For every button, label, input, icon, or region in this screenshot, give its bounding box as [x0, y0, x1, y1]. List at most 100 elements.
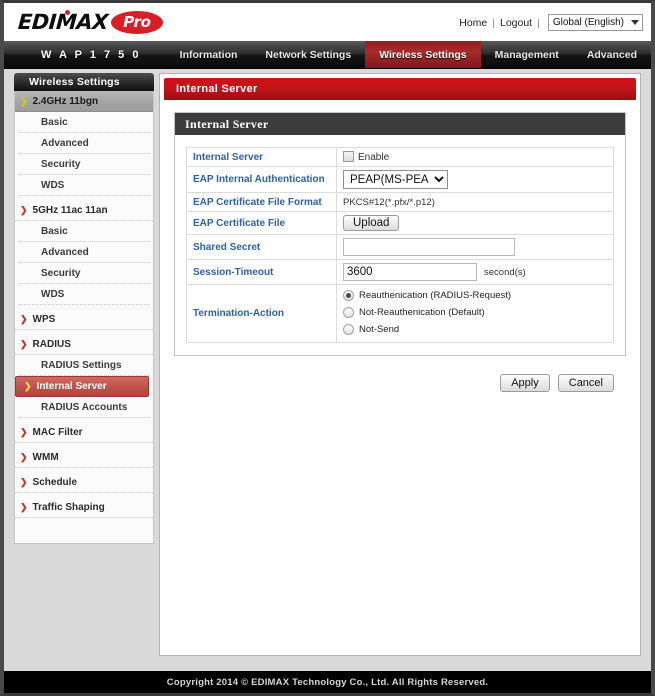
sidebar-title: Wireless Settings: [14, 73, 154, 91]
language-selector[interactable]: Global (English): [547, 14, 643, 31]
radio-label: Reauthenication (RADIUS-Request): [359, 290, 512, 301]
chevron-right-icon: ❯: [20, 338, 28, 349]
sidebar-item-label: WDS: [41, 179, 65, 191]
device-model-label: W A P 1 7 5 0: [41, 48, 141, 61]
sidebar-group-radius[interactable]: ❯ RADIUS: [15, 334, 153, 355]
sidebar-item-label: Basic: [41, 225, 68, 237]
sidebar-group-wmm[interactable]: ❯ WMM: [15, 447, 153, 468]
sidebar-group-24ghz[interactable]: ❯ 2.4GHz 11bgn: [15, 91, 153, 112]
field-value-eap-internal-auth: PEAP(MS-PEAP): [336, 166, 614, 193]
internal-server-panel: Internal Server Internal Server Enable E…: [174, 112, 626, 356]
chevron-right-icon: ❯: [24, 381, 32, 391]
home-link[interactable]: Home: [459, 17, 487, 29]
table-row: Termination-Action Reauthenication (RADI…: [186, 284, 614, 343]
edimax-pro-logo: EDIMAX Pro: [17, 9, 163, 35]
shared-secret-input[interactable]: [343, 238, 515, 256]
radio-label: Not-Send: [359, 324, 400, 335]
sidebar-item-24-basic[interactable]: Basic: [19, 112, 149, 133]
link-separator-1: |: [492, 16, 495, 29]
sidebar-item-radius-accounts[interactable]: RADIUS Accounts: [19, 397, 149, 418]
sidebar-item-24-security[interactable]: Security: [19, 154, 149, 175]
radio-option-not-send[interactable]: Not-Send: [343, 322, 607, 337]
radio-button-reauthenication[interactable]: [343, 290, 354, 301]
sidebar-item-label: Advanced: [41, 246, 89, 258]
field-label-internal-server: Internal Server: [186, 147, 337, 167]
sidebar-item-5-wds[interactable]: WDS: [19, 284, 149, 305]
logout-link[interactable]: Logout: [500, 17, 532, 29]
session-timeout-input[interactable]: [343, 263, 477, 281]
radio-button-not-reauthenication[interactable]: [343, 307, 354, 318]
panel-title: Internal Server: [175, 113, 625, 135]
sidebar-item-24-advanced[interactable]: Advanced: [19, 133, 149, 154]
top-header-bar: EDIMAX Pro Home | Logout | Global (Engli…: [4, 3, 651, 41]
eap-cert-format-value: PKCS#12(*.pfx/*.p12): [343, 196, 435, 208]
table-row: EAP Certificate File Upload: [186, 211, 614, 235]
table-row: EAP Internal Authentication PEAP(MS-PEAP…: [186, 166, 614, 193]
top-links: Home | Logout | Global (English): [459, 14, 643, 31]
app-window: EDIMAX Pro Home | Logout | Global (Engli…: [0, 0, 655, 696]
sidebar-group-label: 2.4GHz 11bgn: [32, 95, 99, 107]
sidebar-menu: ❯ 2.4GHz 11bgn Basic Advanced Security W…: [14, 91, 154, 544]
upload-button[interactable]: Upload: [343, 215, 400, 231]
sidebar-group-traffic-shaping[interactable]: ❯ Traffic Shaping: [15, 497, 153, 518]
field-label-session-timeout: Session-Timeout: [186, 259, 337, 285]
sidebar-group-mac-filter[interactable]: ❯ MAC Filter: [15, 422, 153, 443]
sidebar-item-label: Security: [41, 267, 81, 279]
nav-item-information[interactable]: Information: [166, 41, 252, 68]
sidebar-item-label: Advanced: [41, 137, 89, 149]
sidebar-item-24-wds[interactable]: WDS: [19, 175, 149, 196]
sidebar-item-label: Basic: [41, 116, 68, 128]
main-navigation: W A P 1 7 5 0 Information Network Settin…: [4, 41, 651, 69]
field-value-eap-cert-format: PKCS#12(*.pfx/*.p12): [336, 192, 614, 212]
logo-dot-icon: [65, 10, 70, 15]
table-row: Shared Secret: [186, 234, 614, 260]
sidebar-item-5-advanced[interactable]: Advanced: [19, 242, 149, 263]
sidebar-group-schedule[interactable]: ❯ Schedule: [15, 472, 153, 493]
checkbox-label-enable: Enable: [358, 152, 390, 163]
field-value-termination-action: Reauthenication (RADIUS-Request) Not-Rea…: [336, 284, 614, 343]
sidebar-group-label: Traffic Shaping: [32, 501, 105, 513]
cancel-button[interactable]: Cancel: [557, 374, 614, 392]
nav-item-wireless-settings[interactable]: Wireless Settings: [365, 41, 481, 68]
table-row: Internal Server Enable: [186, 147, 614, 167]
chevron-down-icon: [631, 20, 639, 25]
field-value-shared-secret: [336, 234, 614, 260]
page-title: Internal Server: [164, 78, 636, 100]
sidebar-group-label: Schedule: [32, 476, 78, 488]
nav-item-management[interactable]: Management: [481, 41, 573, 68]
radio-button-not-send[interactable]: [343, 324, 354, 335]
content-panel: Internal Server Internal Server Internal…: [159, 73, 641, 656]
sidebar: Wireless Settings ❯ 2.4GHz 11bgn Basic A…: [14, 73, 154, 544]
radio-label: Not-Reauthenication (Default): [359, 307, 485, 318]
field-label-termination-action: Termination-Action: [186, 284, 337, 343]
internal-server-form: Internal Server Enable EAP Internal Auth…: [186, 147, 614, 343]
sidebar-item-label: WDS: [41, 288, 65, 300]
field-value-eap-cert-file: Upload: [336, 211, 614, 235]
footer-copyright: Copyright 2014 © EDIMAX Technology Co., …: [4, 671, 651, 693]
nav-item-advanced[interactable]: Advanced: [573, 41, 651, 68]
chevron-right-icon: ❯: [20, 476, 28, 487]
sidebar-group-label: WPS: [32, 313, 56, 325]
sidebar-group-5ghz[interactable]: ❯ 5GHz 11ac 11an: [15, 200, 153, 221]
sidebar-group-label: 5GHz 11ac 11an: [32, 204, 108, 216]
logo-wordmark: EDIMAX: [17, 10, 109, 34]
radio-option-not-reauthenication[interactable]: Not-Reauthenication (Default): [343, 305, 607, 320]
sidebar-item-radius-settings[interactable]: RADIUS Settings: [19, 355, 149, 376]
chevron-right-icon: ❯: [20, 313, 28, 324]
field-value-session-timeout: second(s): [336, 259, 614, 285]
eap-internal-auth-select[interactable]: PEAP(MS-PEAP): [343, 170, 448, 189]
sidebar-group-label: WMM: [32, 451, 59, 463]
sidebar-group-label: MAC Filter: [32, 426, 83, 438]
internal-server-enable-checkbox[interactable]: [343, 151, 354, 162]
sidebar-item-label: Security: [41, 158, 81, 170]
sidebar-group-wps[interactable]: ❯ WPS: [15, 309, 153, 330]
radio-option-reauthenication[interactable]: Reauthenication (RADIUS-Request): [343, 288, 607, 303]
session-timeout-unit: second(s): [484, 267, 526, 278]
sidebar-item-label: Internal Server: [36, 381, 107, 392]
sidebar-item-5-basic[interactable]: Basic: [19, 221, 149, 242]
nav-item-network-settings[interactable]: Network Settings: [251, 41, 365, 68]
sidebar-item-internal-server[interactable]: ❯ Internal Server: [15, 376, 149, 397]
link-separator-2: |: [537, 16, 540, 29]
sidebar-item-5-security[interactable]: Security: [19, 263, 149, 284]
apply-button[interactable]: Apply: [500, 374, 550, 392]
